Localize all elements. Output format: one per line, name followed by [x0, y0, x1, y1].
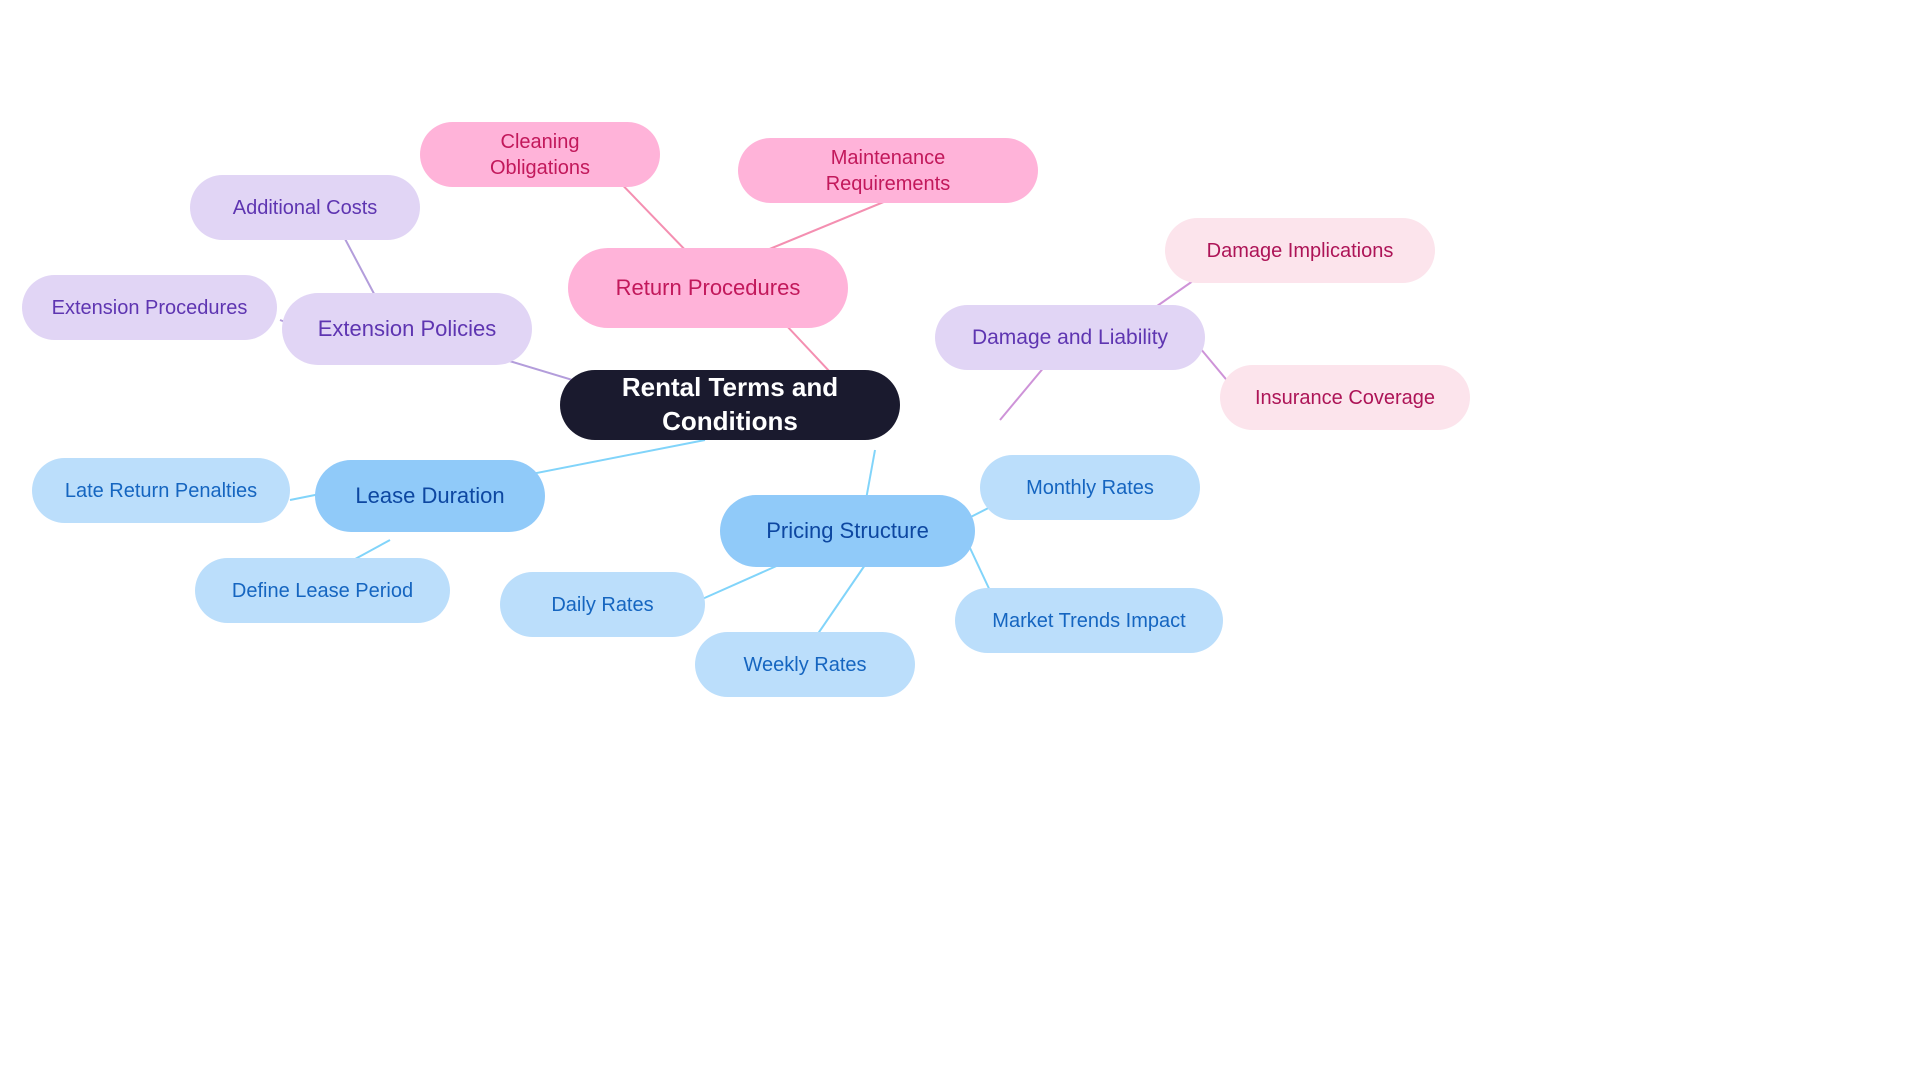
return-procedures-node: Return Procedures [568, 248, 848, 328]
late-return-penalties-node: Late Return Penalties [32, 458, 290, 523]
extension-policies-node: Extension Policies [282, 293, 532, 365]
damage-liability-node: Damage and Liability [935, 305, 1205, 370]
lease-duration-node: Lease Duration [315, 460, 545, 532]
pricing-structure-node: Pricing Structure [720, 495, 975, 567]
monthly-rates-node: Monthly Rates [980, 455, 1200, 520]
extension-procedures-node: Extension Procedures [22, 275, 277, 340]
weekly-rates-node: Weekly Rates [695, 632, 915, 697]
insurance-coverage-node: Insurance Coverage [1220, 365, 1470, 430]
center-node: Rental Terms and Conditions [560, 370, 900, 440]
cleaning-obligations-node: Cleaning Obligations [420, 122, 660, 187]
additional-costs-node: Additional Costs [190, 175, 420, 240]
define-lease-period-node: Define Lease Period [195, 558, 450, 623]
market-trends-node: Market Trends Impact [955, 588, 1223, 653]
daily-rates-node: Daily Rates [500, 572, 705, 637]
maintenance-requirements-node: Maintenance Requirements [738, 138, 1038, 203]
damage-implications-node: Damage Implications [1165, 218, 1435, 283]
